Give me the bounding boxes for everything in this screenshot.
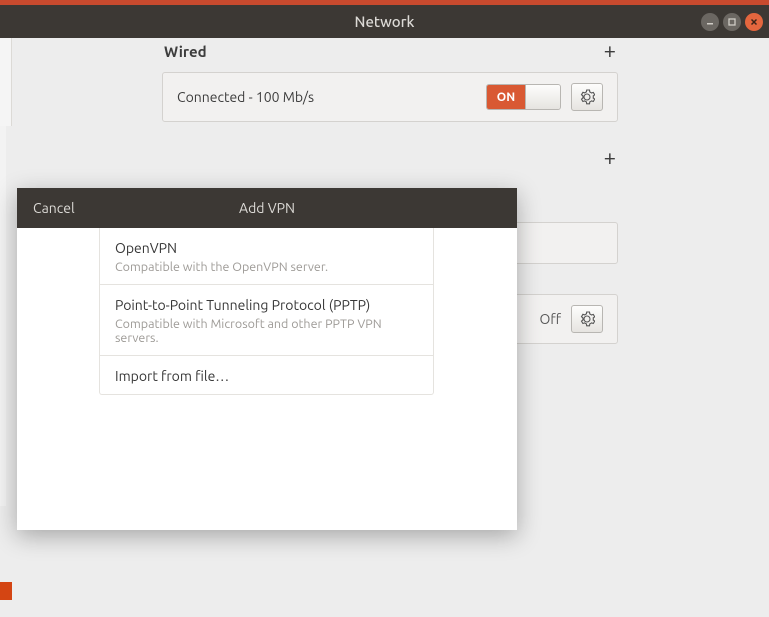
window-titlebar: Network [0, 5, 769, 38]
window-controls [701, 13, 763, 31]
wired-title: Wired [164, 43, 207, 60]
minimize-icon [706, 18, 714, 26]
add-vpn-dialog: Cancel Add VPN OpenVPN Compatible with t… [17, 188, 517, 530]
wired-toggle[interactable]: ON [486, 84, 561, 110]
proxy-controls: Off [539, 305, 603, 333]
vpn-option-import[interactable]: Import from file… [100, 356, 433, 394]
close-button[interactable] [745, 13, 763, 31]
vpn-option-pptp[interactable]: Point-to-Point Tunneling Protocol (PPTP)… [100, 285, 433, 356]
vpn-option-desc: Compatible with the OpenVPN server. [115, 260, 418, 274]
vpn-option-desc: Compatible with Microsoft and other PPTP… [115, 317, 418, 345]
gear-icon [579, 311, 595, 327]
wired-connection-card: Connected - 100 Mb/s ON [162, 72, 618, 122]
wired-settings-button[interactable] [571, 83, 603, 111]
dialog-header: Cancel Add VPN [17, 188, 517, 228]
toggle-on-label: ON [487, 85, 525, 109]
close-icon [750, 18, 758, 26]
add-vpn-button[interactable]: + [604, 147, 616, 169]
proxy-status: Off [539, 311, 561, 327]
add-wired-button[interactable]: + [604, 40, 616, 62]
vpn-option-title: Import from file… [115, 368, 418, 384]
proxy-settings-button[interactable] [571, 305, 603, 333]
window-title: Network [355, 13, 415, 30]
wired-header: Wired + [162, 40, 618, 62]
vpn-type-list: OpenVPN Compatible with the OpenVPN serv… [99, 228, 434, 395]
maximize-button[interactable] [723, 13, 741, 31]
wired-section: Wired + Connected - 100 Mb/s ON [162, 40, 618, 122]
wired-status-text: Connected - 100 Mb/s [177, 89, 314, 105]
vpn-option-openvpn[interactable]: OpenVPN Compatible with the OpenVPN serv… [100, 228, 433, 285]
cancel-button[interactable]: Cancel [33, 200, 75, 216]
toggle-handle [525, 85, 560, 109]
dialog-body: OpenVPN Compatible with the OpenVPN serv… [17, 228, 517, 530]
dialog-title: Add VPN [239, 200, 295, 216]
wired-controls: ON [486, 83, 603, 111]
vpn-header: + [162, 147, 618, 169]
vpn-option-title: Point-to-Point Tunneling Protocol (PPTP) [115, 297, 418, 313]
maximize-icon [728, 18, 736, 26]
minimize-button[interactable] [701, 13, 719, 31]
gear-icon [579, 89, 595, 105]
vpn-option-title: OpenVPN [115, 240, 418, 256]
